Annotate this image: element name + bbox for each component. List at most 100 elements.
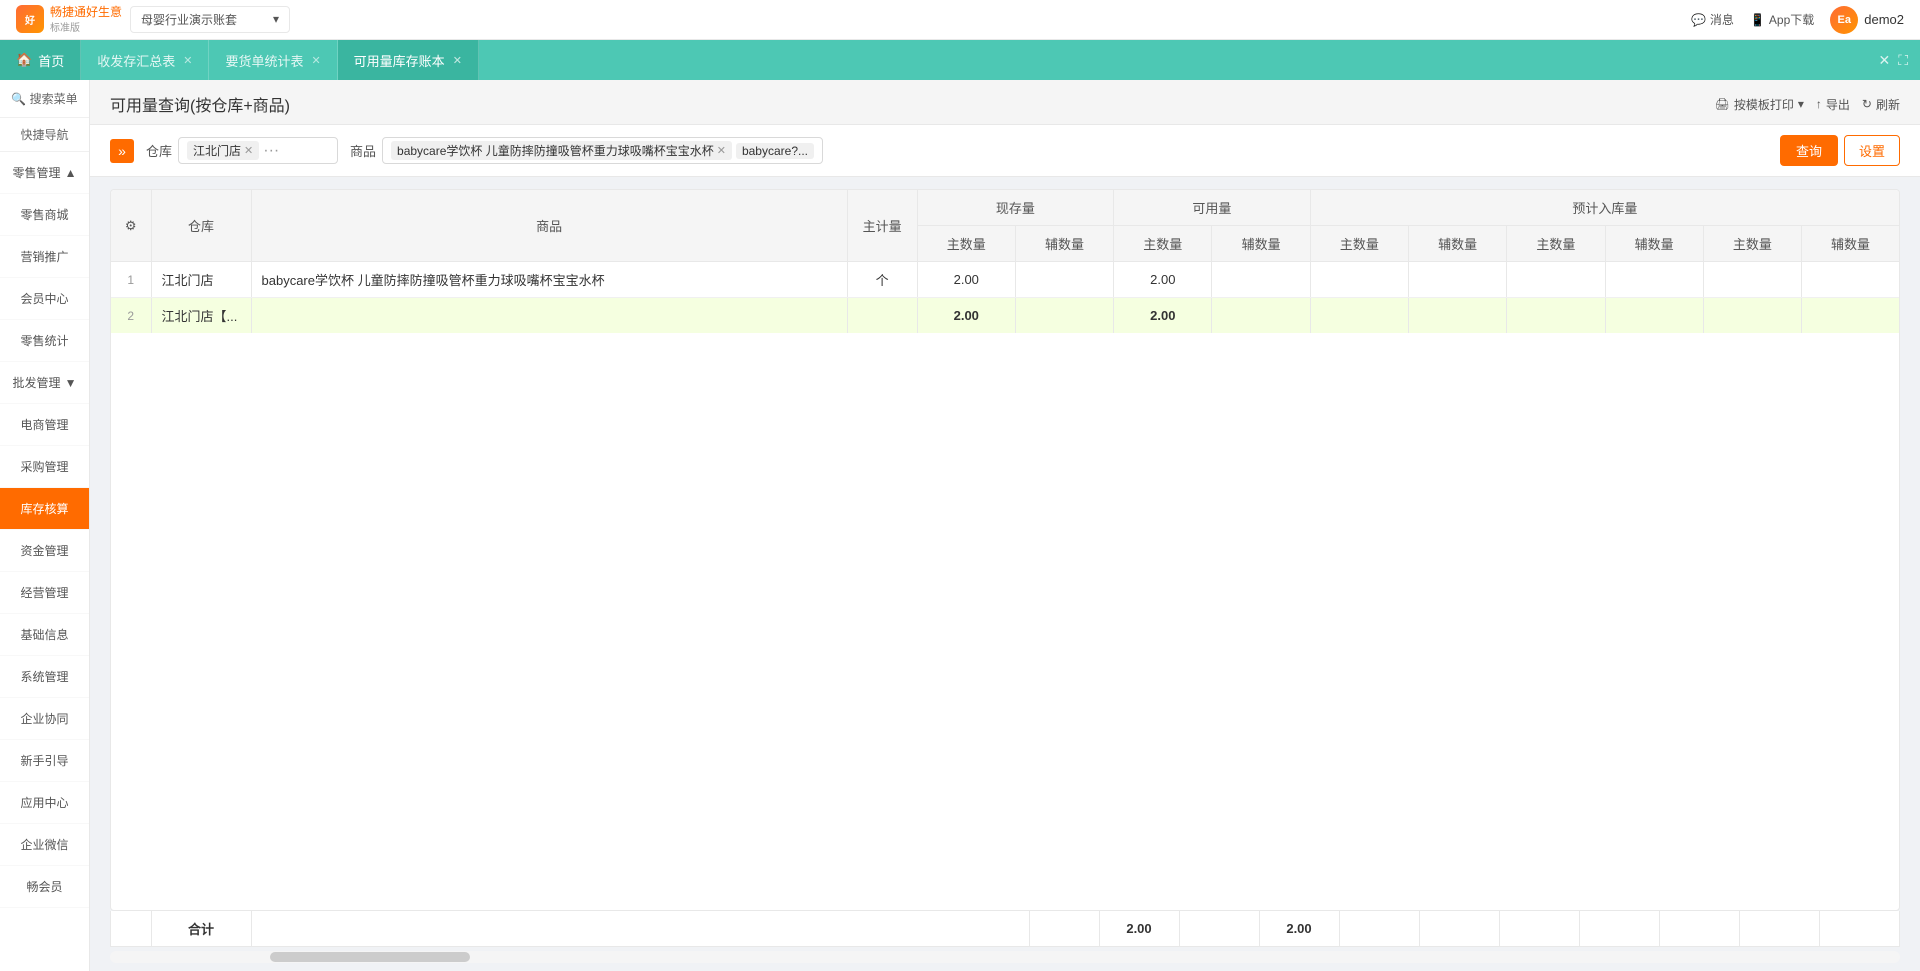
sidebar-item-retail-store[interactable]: 零售商城 (0, 194, 89, 236)
product-tag-1-close[interactable]: ✕ (717, 144, 726, 157)
sidebar-item-finance[interactable]: 资金管理 (0, 530, 89, 572)
print-label: 按模板打印 (1734, 96, 1794, 113)
row-purchase-aux-2 (1408, 298, 1506, 334)
tab-requisition[interactable]: 要货单统计表 ✕ (209, 40, 337, 80)
sidebar-item-system[interactable]: 系统管理 (0, 656, 89, 698)
sidebar-item-retail-mgmt[interactable]: 零售管理 ▲ (0, 152, 89, 194)
th-avail-main: 主数量 (1114, 226, 1212, 262)
home-icon: 🏠 (16, 52, 32, 68)
sidebar-item-enterprise-wx[interactable]: 企业微信 (0, 824, 89, 866)
th-settings-icon[interactable]: ⚙ (111, 190, 151, 262)
page-actions: 🖨 按模板打印 ▾ ↑ 导出 ↻ 刷新 (1715, 96, 1900, 113)
export-label: 导出 (1826, 96, 1850, 113)
tab-requisition-close[interactable]: ✕ (311, 54, 320, 67)
horizontal-scrollbar[interactable] (110, 951, 1900, 963)
user-area[interactable]: Ea demo2 (1830, 6, 1904, 34)
sidebar-item-app-center[interactable]: 应用中心 (0, 782, 89, 824)
th-incoming-main: 主数量 (1507, 226, 1605, 262)
print-btn[interactable]: 🖨 按模板打印 ▾ (1715, 96, 1804, 113)
sidebar-item-enterprise-label: 企业协同 (20, 710, 68, 727)
tab-requisition-label: 要货单统计表 (225, 51, 303, 70)
sidebar-search[interactable]: 🔍 搜索菜单 (0, 80, 89, 118)
warehouse-filter: 仓库 江北门店 ✕ ··· (146, 137, 338, 164)
tab-home[interactable]: 🏠 首页 (0, 40, 81, 80)
page-title: 可用量查询(按仓库+商品) (110, 92, 290, 116)
product-input[interactable]: babycare学饮杯 儿童防摔防撞吸管杯重力球吸嘴杯宝宝水杯 ✕ babyca… (382, 137, 823, 164)
top-bar-left: 好 畅捷通好生意 标准版 母婴行业演示账套 ▾ (16, 5, 290, 34)
warehouse-tag: 江北门店 ✕ (187, 141, 259, 160)
settings-btn[interactable]: 设置 (1844, 135, 1900, 166)
tab-close-all[interactable]: ✕ (1878, 52, 1890, 69)
footer-product-col (251, 911, 1029, 946)
footer-row: 合计 2.00 2.00 (111, 911, 1899, 946)
sidebar-item-member2-label: 畅会员 (26, 878, 62, 895)
query-btn[interactable]: 查询 (1780, 135, 1838, 166)
tab-collect-close[interactable]: ✕ (183, 54, 192, 67)
row-product-2 (251, 298, 847, 334)
footer-p-main (1419, 911, 1499, 946)
tab-available-close[interactable]: ✕ (453, 54, 462, 67)
message-action[interactable]: 💬 消息 (1691, 11, 1734, 28)
product-tag-1-text: babycare学饮杯 儿童防摔防撞吸管杯重力球吸嘴杯宝宝水杯 (397, 142, 714, 159)
sidebar-item-inventory-label: 库存核算 (20, 500, 68, 517)
sidebar-item-member2[interactable]: 畅会员 (0, 866, 89, 908)
row-num-2: 2 (111, 298, 151, 334)
app-download-action[interactable]: 📱 App下载 (1750, 11, 1814, 28)
sidebar-item-purchase[interactable]: 采购管理 (0, 446, 89, 488)
warehouse-tag-text: 江北门店 (193, 142, 241, 159)
th-incoming-aux: 辅数量 (1605, 226, 1703, 262)
footer-i-aux (1659, 911, 1739, 946)
page-header: 可用量查询(按仓库+商品) 🖨 按模板打印 ▾ ↑ 导出 ↻ 刷新 (90, 80, 1920, 125)
sidebar-quick-nav[interactable]: 快捷导航 (0, 118, 89, 152)
sidebar-item-inventory[interactable]: 库存核算 (0, 488, 89, 530)
warehouse-label: 仓库 (146, 141, 172, 160)
industry-selector[interactable]: 母婴行业演示账套 ▾ (130, 6, 290, 33)
sidebar-item-guide-label: 新手引导 (20, 752, 68, 769)
row-stock-aux-2 (1015, 298, 1113, 334)
sidebar-item-system-label: 系统管理 (20, 668, 68, 685)
tab-bar: 🏠 首页 收发存汇总表 ✕ 要货单统计表 ✕ 可用量库存账本 ✕ ✕ ⛶ (0, 40, 1920, 80)
row-stock-main-2: 2.00 (917, 298, 1015, 334)
row-finished-aux-1 (1802, 262, 1899, 298)
tab-expand[interactable]: ⛶ (1898, 52, 1908, 69)
sidebar-quick-nav-label: 快捷导航 (20, 128, 68, 142)
logo-area: 好 畅捷通好生意 标准版 (16, 5, 122, 34)
tab-available[interactable]: 可用量库存账本 ✕ (338, 40, 479, 80)
sidebar-item-retail-stats[interactable]: 零售统计 (0, 320, 89, 362)
th-unit: 主计量 (847, 190, 917, 262)
sidebar-item-ecommerce[interactable]: 电商管理 (0, 404, 89, 446)
export-btn[interactable]: ↑ 导出 (1816, 96, 1850, 113)
main-table: ⚙ 仓库 商品 主计量 现存量 可用量 预计入库量 主数量 辅数量 主数量 辅数… (111, 190, 1899, 333)
logo-icon: 好 (16, 5, 44, 33)
avatar: Ea (1830, 6, 1858, 34)
refresh-btn[interactable]: ↻ 刷新 (1862, 96, 1900, 113)
sidebar-item-marketing[interactable]: 营销推广 (0, 236, 89, 278)
refresh-icon: ↻ (1862, 97, 1872, 111)
warehouse-tag-close[interactable]: ✕ (244, 144, 253, 157)
scrollbar-thumb[interactable] (270, 952, 470, 962)
mobile-icon: 📱 (1750, 13, 1765, 27)
footer-avail-aux (1339, 911, 1419, 946)
sidebar-item-member-label: 会员中心 (20, 290, 68, 307)
industry-label: 母婴行业演示账套 (141, 11, 237, 28)
sidebar-item-operations[interactable]: 经营管理 (0, 572, 89, 614)
warehouse-input[interactable]: 江北门店 ✕ ··· (178, 137, 338, 164)
row-purchase-aux-1 (1408, 262, 1506, 298)
sidebar-item-enterprise[interactable]: 企业协同 (0, 698, 89, 740)
th-available-group: 可用量 (1114, 190, 1311, 226)
sidebar-item-basics[interactable]: 基础信息 (0, 614, 89, 656)
filter-expand-btn[interactable]: » (110, 139, 134, 163)
sidebar-item-wholesale-mgmt[interactable]: 批发管理 ▼ (0, 362, 89, 404)
sidebar-item-guide[interactable]: 新手引导 (0, 740, 89, 782)
warehouse-more-icon[interactable]: ··· (263, 142, 279, 160)
sidebar-item-wholesale-mgmt-label: 批发管理 (13, 374, 61, 391)
tab-collect[interactable]: 收发存汇总表 ✕ (81, 40, 209, 80)
row-finished-main-2 (1703, 298, 1801, 334)
row-finished-aux-2 (1802, 298, 1899, 334)
sidebar-item-marketing-label: 营销推广 (20, 248, 68, 265)
sidebar-item-finance-label: 资金管理 (20, 542, 68, 559)
row-stock-main-1: 2.00 (917, 262, 1015, 298)
sidebar-item-member[interactable]: 会员中心 (0, 278, 89, 320)
th-product: 商品 (251, 190, 847, 262)
sidebar-item-retail-store-label: 零售商城 (20, 206, 68, 223)
